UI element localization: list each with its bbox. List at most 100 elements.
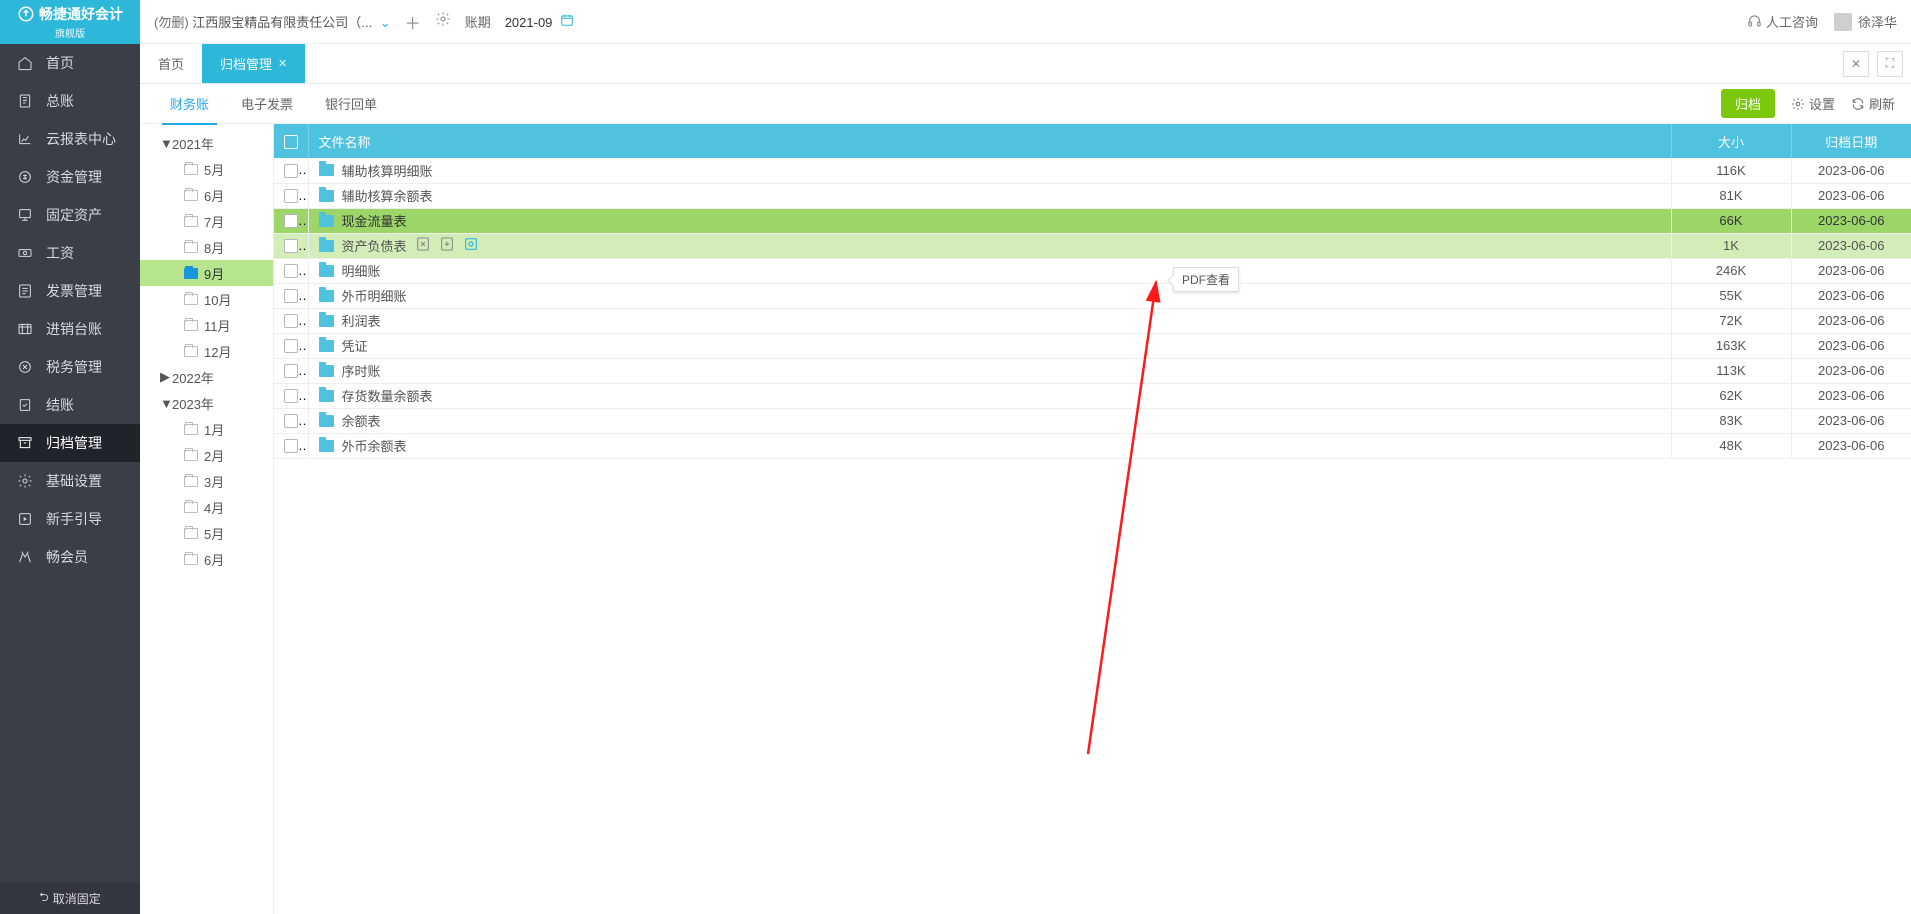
select-all-checkbox[interactable] xyxy=(284,135,298,149)
close-icon xyxy=(16,396,34,414)
sub-tab[interactable]: 银行回单 xyxy=(309,84,393,124)
folder-icon xyxy=(184,424,198,435)
sidebar-item-label: 畅会员 xyxy=(46,547,88,567)
settings-button[interactable]: 设置 xyxy=(1791,94,1835,113)
tree-month[interactable]: 6月 xyxy=(140,546,273,572)
table-row[interactable]: 存货数量余额表62K2023-06-06 xyxy=(274,383,1911,408)
caret-down-icon: ▼ xyxy=(160,136,172,151)
tree-month[interactable]: 9月 xyxy=(140,260,273,286)
sidebar-item-salary[interactable]: 工资 xyxy=(0,234,140,272)
table-row[interactable]: 余额表83K2023-06-06 xyxy=(274,408,1911,433)
sidebar-item-gear[interactable]: 基础设置 xyxy=(0,462,140,500)
archive-date: 2023-06-06 xyxy=(1791,308,1911,333)
refresh-button[interactable]: 刷新 xyxy=(1851,94,1895,113)
row-checkbox[interactable] xyxy=(284,414,298,428)
tree-month[interactable]: 7月 xyxy=(140,208,273,234)
column-header-name[interactable]: 文件名称 xyxy=(308,124,1671,158)
file-name: 序时账 xyxy=(342,361,381,380)
row-checkbox[interactable] xyxy=(284,439,298,453)
file-size: 48K xyxy=(1671,433,1791,458)
sidebar-item-close[interactable]: 结账 xyxy=(0,386,140,424)
row-checkbox[interactable] xyxy=(284,189,298,203)
tree-month[interactable]: 5月 xyxy=(140,156,273,182)
row-checkbox[interactable] xyxy=(284,214,298,228)
table-row[interactable]: 外币余额表48K2023-06-06 xyxy=(274,433,1911,458)
tree-month[interactable]: 1月 xyxy=(140,416,273,442)
tree-year[interactable]: ▶ 2022年 xyxy=(140,364,273,390)
user-menu[interactable]: 徐泽华 xyxy=(1834,12,1897,31)
archive-date: 2023-06-06 xyxy=(1791,383,1911,408)
file-size: 246K xyxy=(1671,258,1791,283)
sidebar-item-ledger[interactable]: 总账 xyxy=(0,82,140,120)
tree-month[interactable]: 4月 xyxy=(140,494,273,520)
tree-month[interactable]: 2月 xyxy=(140,442,273,468)
tree-month[interactable]: 12月 xyxy=(140,338,273,364)
file-size: 1K xyxy=(1671,233,1791,258)
file-size: 55K xyxy=(1671,283,1791,308)
salary-icon xyxy=(16,244,34,262)
page-tab[interactable]: 归档管理✕ xyxy=(202,44,305,83)
tree-year[interactable]: ▼ 2021年 xyxy=(140,130,273,156)
excel-download-icon[interactable] xyxy=(415,236,431,255)
avatar-icon xyxy=(1834,13,1852,31)
sidebar-item-member[interactable]: 畅会员 xyxy=(0,538,140,576)
tree-month[interactable]: 11月 xyxy=(140,312,273,338)
add-icon[interactable]: ＋ xyxy=(405,10,421,34)
archive-date: 2023-06-06 xyxy=(1791,408,1911,433)
tree-year[interactable]: ▼ 2023年 xyxy=(140,390,273,416)
row-checkbox[interactable] xyxy=(284,239,298,253)
table-row[interactable]: 资产负债表 1K2023-06-06 xyxy=(274,233,1911,258)
file-name: 利润表 xyxy=(342,311,381,330)
archive-icon xyxy=(16,434,34,452)
unpin-sidebar[interactable]: ⮌ 取消固定 xyxy=(0,882,140,914)
close-all-tabs-button[interactable]: ✕ xyxy=(1843,51,1869,77)
pdf-view-icon[interactable] xyxy=(463,236,479,255)
column-header-size[interactable]: 大小 xyxy=(1671,124,1791,158)
row-checkbox[interactable] xyxy=(284,264,298,278)
tree-month[interactable]: 5月 xyxy=(140,520,273,546)
company-selector[interactable]: (勿删) 江西服宝精品有限责任公司（... ⌄ xyxy=(154,12,391,31)
row-checkbox[interactable] xyxy=(284,164,298,178)
table-row[interactable]: 序时账113K2023-06-06 xyxy=(274,358,1911,383)
file-size: 113K xyxy=(1671,358,1791,383)
table-row[interactable]: 辅助核算明细账116K2023-06-06 xyxy=(274,158,1911,183)
row-checkbox[interactable] xyxy=(284,289,298,303)
table-row[interactable]: 明细账246K2023-06-06 xyxy=(274,258,1911,283)
sidebar-item-guide[interactable]: 新手引导 xyxy=(0,500,140,538)
sidebar-item-tax[interactable]: 税务管理 xyxy=(0,348,140,386)
sub-tab[interactable]: 财务账 xyxy=(154,84,225,124)
sidebar-item-invoice[interactable]: 发票管理 xyxy=(0,272,140,310)
table-row[interactable]: 利润表72K2023-06-06 xyxy=(274,308,1911,333)
sub-tab[interactable]: 电子发票 xyxy=(225,84,309,124)
table-row[interactable]: 外币明细账55K2023-06-06 xyxy=(274,283,1911,308)
sidebar-item-chart[interactable]: 云报表中心 xyxy=(0,120,140,158)
row-checkbox[interactable] xyxy=(284,364,298,378)
row-checkbox[interactable] xyxy=(284,314,298,328)
table-row[interactable]: 凭证163K2023-06-06 xyxy=(274,333,1911,358)
page-tab[interactable]: 首页 xyxy=(140,44,202,83)
close-icon[interactable]: ✕ xyxy=(278,57,287,70)
fullscreen-button[interactable]: ⛶ xyxy=(1877,51,1903,77)
period-picker[interactable]: 2021-09 xyxy=(505,13,574,30)
sidebar-item-archive[interactable]: 归档管理 xyxy=(0,424,140,462)
tree-month[interactable]: 10月 xyxy=(140,286,273,312)
sidebar-item-home[interactable]: 首页 xyxy=(0,44,140,82)
table-row[interactable]: 现金流量表66K2023-06-06 xyxy=(274,208,1911,233)
folder-icon xyxy=(319,340,334,352)
support-link[interactable]: 人工咨询 xyxy=(1747,12,1818,31)
row-checkbox[interactable] xyxy=(284,339,298,353)
tree-month[interactable]: 6月 xyxy=(140,182,273,208)
archive-button[interactable]: 归档 xyxy=(1721,89,1775,118)
tree-month[interactable]: 3月 xyxy=(140,468,273,494)
column-header-date[interactable]: 归档日期 xyxy=(1791,124,1911,158)
gear-icon[interactable] xyxy=(435,11,451,32)
pdf-download-icon[interactable] xyxy=(439,236,455,255)
sidebar-item-fund[interactable]: 资金管理 xyxy=(0,158,140,196)
home-icon xyxy=(16,54,34,72)
row-checkbox[interactable] xyxy=(284,389,298,403)
table-row[interactable]: 辅助核算余额表81K2023-06-06 xyxy=(274,183,1911,208)
folder-icon xyxy=(319,265,334,277)
sidebar-item-inout[interactable]: 进销台账 xyxy=(0,310,140,348)
sidebar-item-asset[interactable]: 固定资产 xyxy=(0,196,140,234)
tree-month[interactable]: 8月 xyxy=(140,234,273,260)
